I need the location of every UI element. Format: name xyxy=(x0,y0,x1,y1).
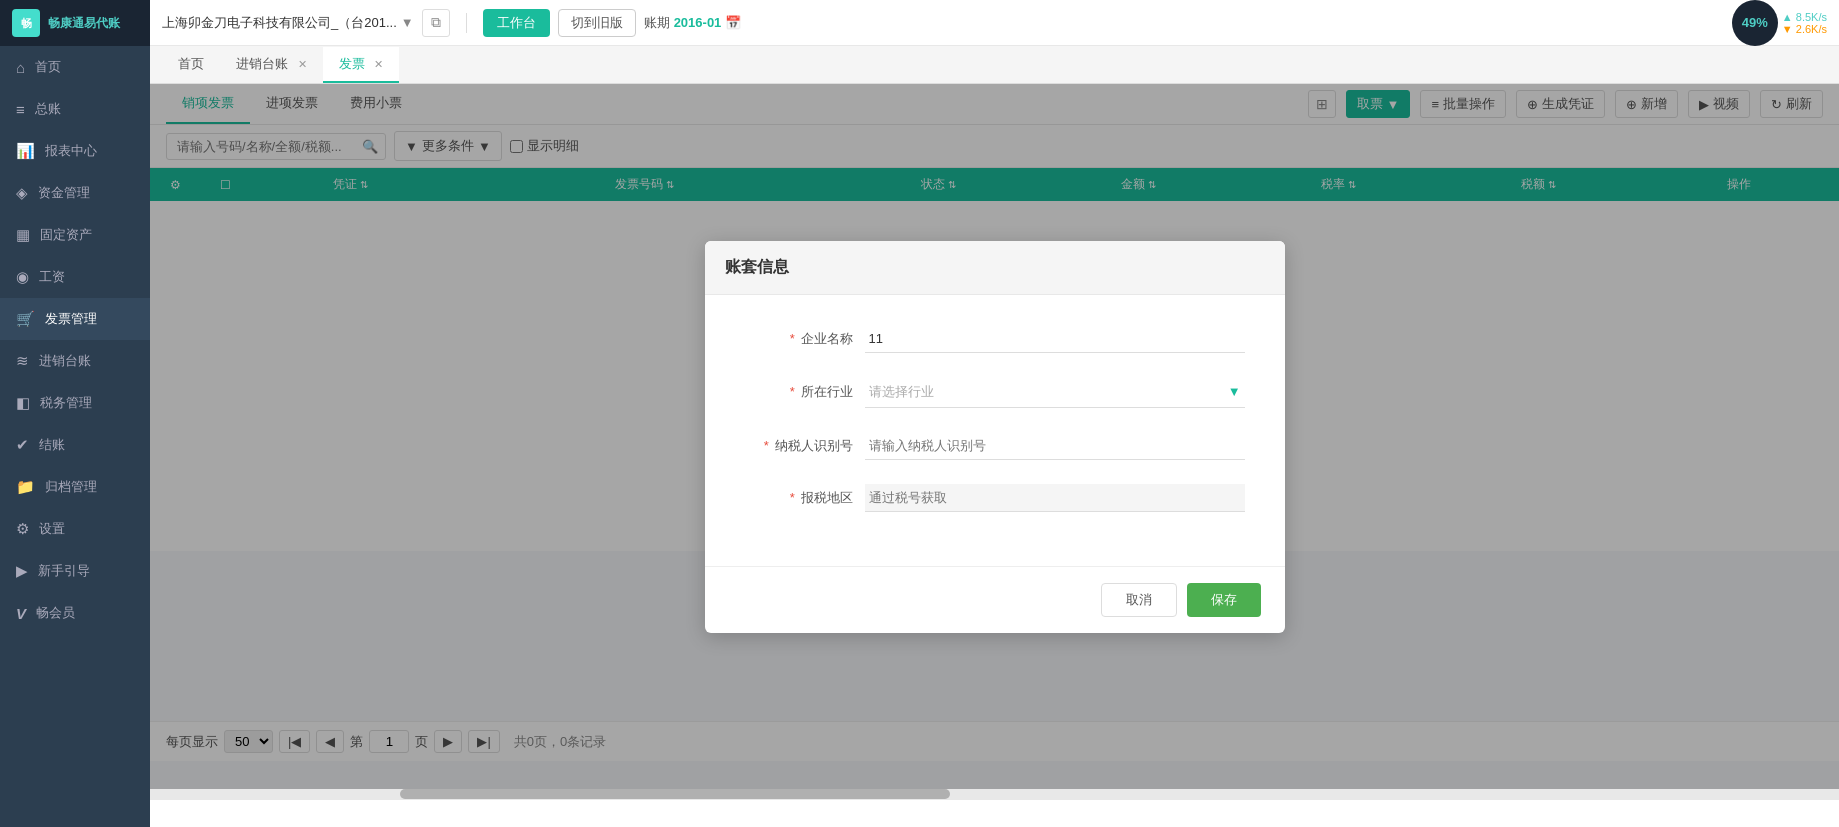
purchase-mgr-icon: ≋ xyxy=(16,352,29,370)
sidebar-item-label: 进销台账 xyxy=(39,352,91,370)
period-value: 2016-01 xyxy=(674,15,722,30)
industry-select[interactable]: 请选择行业 ▼ xyxy=(865,377,1245,408)
industry-label: * 所在行业 xyxy=(745,383,865,401)
sidebar-item-assets[interactable]: ▦ 固定资产 xyxy=(0,214,150,256)
sidebar-item-tax-mgr[interactable]: ◧ 税务管理 xyxy=(0,382,150,424)
tax-id-label: * 纳税人识别号 xyxy=(745,437,865,455)
fund-icon: ◈ xyxy=(16,184,28,202)
sidebar-item-label: 结账 xyxy=(39,436,65,454)
company-dropdown-icon: ▼ xyxy=(401,15,414,30)
save-button[interactable]: 保存 xyxy=(1187,583,1261,617)
tax-region-input xyxy=(865,484,1245,512)
content-area: 销项发票 进项发票 费用小票 ⊞ 取票 ▼ ≡ xyxy=(150,84,1839,789)
close-purchase-tab[interactable]: ✕ xyxy=(298,58,307,70)
sidebar-item-archive[interactable]: 📁 归档管理 xyxy=(0,466,150,508)
tab-invoice[interactable]: 发票 ✕ xyxy=(323,47,400,83)
topbar-separator xyxy=(466,13,467,33)
period-display: 账期 2016-01 📅 xyxy=(644,14,742,32)
sidebar: 畅 畅康通易代账 ⌂ 首页 ≡ 总账 📊 报表中心 ◈ 资金管理 ▦ 固定资产 … xyxy=(0,0,150,827)
tax-region-label: * 报税地区 xyxy=(745,489,865,507)
tax-mgr-icon: ◧ xyxy=(16,394,30,412)
speed-widget: 49% ▲ 8.5K/s ▼ 2.6K/s xyxy=(1732,0,1827,46)
invoice-mgr-icon: 🛒 xyxy=(16,310,35,328)
logo-text: 畅康通易代账 xyxy=(48,15,120,32)
sidebar-item-settle[interactable]: ✔ 结账 xyxy=(0,424,150,466)
company-name-input[interactable] xyxy=(865,325,1245,353)
form-row-tax-id: * 纳税人识别号 xyxy=(745,432,1245,460)
account-info-modal: 账套信息 * 企业名称 xyxy=(705,241,1285,633)
sidebar-item-label: 发票管理 xyxy=(45,310,97,328)
member-icon: V xyxy=(16,605,26,622)
company-name-label: * 企业名称 xyxy=(745,330,865,348)
settings-icon: ⚙ xyxy=(16,520,29,538)
scrollbar-track xyxy=(150,789,1839,799)
bottom-bar xyxy=(150,799,1839,827)
sidebar-item-settings[interactable]: ⚙ 设置 xyxy=(0,508,150,550)
sidebar-item-label: 首页 xyxy=(35,58,61,76)
select-dropdown-icon: ▼ xyxy=(1228,384,1241,399)
ledger-icon: ≡ xyxy=(16,101,25,118)
period-label: 账期 xyxy=(644,14,670,32)
sidebar-item-member[interactable]: V 畅会员 xyxy=(0,592,150,634)
sidebar-item-report[interactable]: 📊 报表中心 xyxy=(0,130,150,172)
speed-details: ▲ 8.5K/s ▼ 2.6K/s xyxy=(1782,11,1827,35)
main-area: 上海卯金刀电子科技有限公司_（台201... ▼ ⧉ 工作台 切到旧版 账期 2… xyxy=(150,0,1839,827)
sidebar-item-purchase-mgr[interactable]: ≋ 进销台账 xyxy=(0,340,150,382)
tab-purchase[interactable]: 进销台账 ✕ xyxy=(220,47,323,83)
scrollbar-thumb[interactable] xyxy=(400,789,950,799)
sidebar-item-label: 固定资产 xyxy=(40,226,92,244)
sidebar-item-label: 工资 xyxy=(39,268,65,286)
archive-icon: 📁 xyxy=(16,478,35,496)
form-row-company-name: * 企业名称 xyxy=(745,325,1245,353)
tax-id-input[interactable] xyxy=(865,432,1245,460)
sidebar-item-salary[interactable]: ◉ 工资 xyxy=(0,256,150,298)
sidebar-item-label: 归档管理 xyxy=(45,478,97,496)
assets-icon: ▦ xyxy=(16,226,30,244)
tab-home[interactable]: 首页 xyxy=(162,47,220,83)
sidebar-item-invoice-mgr[interactable]: 🛒 发票管理 xyxy=(0,298,150,340)
form-row-tax-region: * 报税地区 xyxy=(745,484,1245,512)
speed-circle: 49% xyxy=(1732,0,1778,46)
sidebar-item-fund[interactable]: ◈ 资金管理 xyxy=(0,172,150,214)
speed-up: ▲ 8.5K/s xyxy=(1782,11,1827,23)
workstation-button[interactable]: 工作台 xyxy=(483,9,550,37)
guide-icon: ▶ xyxy=(16,562,28,580)
modal-overlay: 账套信息 * 企业名称 xyxy=(150,84,1839,789)
sidebar-item-label: 设置 xyxy=(39,520,65,538)
sidebar-item-home[interactable]: ⌂ 首页 xyxy=(0,46,150,88)
report-icon: 📊 xyxy=(16,142,35,160)
sidebar-item-label: 税务管理 xyxy=(40,394,92,412)
salary-icon: ◉ xyxy=(16,268,29,286)
modal-body: * 企业名称 * 所在行业 请选择行业 xyxy=(705,295,1285,566)
company-selector[interactable]: 上海卯金刀电子科技有限公司_（台201... ▼ xyxy=(162,14,414,32)
company-action-btn[interactable]: ⧉ xyxy=(422,9,450,37)
home-icon: ⌂ xyxy=(16,59,25,76)
sidebar-item-ledger[interactable]: ≡ 总账 xyxy=(0,88,150,130)
copy-icon: ⧉ xyxy=(431,14,441,31)
close-invoice-tab[interactable]: ✕ xyxy=(374,58,383,70)
form-row-industry: * 所在行业 请选择行业 ▼ xyxy=(745,377,1245,408)
sidebar-item-label: 新手引导 xyxy=(38,562,90,580)
calendar-icon[interactable]: 📅 xyxy=(725,15,741,30)
switch-old-button[interactable]: 切到旧版 xyxy=(558,9,636,37)
sidebar-logo: 畅 畅康通易代账 xyxy=(0,0,150,46)
speed-down: ▼ 2.6K/s xyxy=(1782,23,1827,35)
sidebar-item-label: 报表中心 xyxy=(45,142,97,160)
sidebar-item-label: 总账 xyxy=(35,100,61,118)
sidebar-item-label: 资金管理 xyxy=(38,184,90,202)
topbar: 上海卯金刀电子科技有限公司_（台201... ▼ ⧉ 工作台 切到旧版 账期 2… xyxy=(150,0,1839,46)
sidebar-item-guide[interactable]: ▶ 新手引导 xyxy=(0,550,150,592)
settle-icon: ✔ xyxy=(16,436,29,454)
tabs-bar: 首页 进销台账 ✕ 发票 ✕ xyxy=(150,46,1839,84)
modal-footer: 取消 保存 xyxy=(705,566,1285,633)
topbar-right: 49% ▲ 8.5K/s ▼ 2.6K/s xyxy=(1732,0,1827,46)
company-name: 上海卯金刀电子科技有限公司_（台201... xyxy=(162,14,397,32)
modal-header: 账套信息 xyxy=(705,241,1285,295)
sidebar-item-label: 畅会员 xyxy=(36,604,75,622)
logo-icon: 畅 xyxy=(12,9,40,37)
cancel-button[interactable]: 取消 xyxy=(1101,583,1177,617)
